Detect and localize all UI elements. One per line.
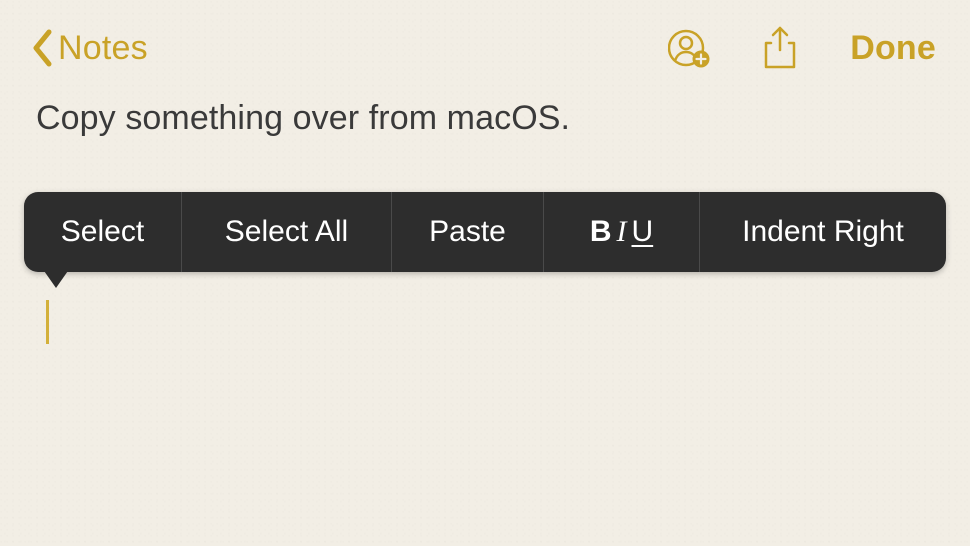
menu-format-biu[interactable]: B I U [544, 192, 700, 272]
share-icon[interactable] [762, 26, 798, 70]
note-editor[interactable]: Copy something over from macOS. [0, 88, 970, 139]
nav-actions: Done [668, 26, 936, 70]
menu-paste[interactable]: Paste [392, 192, 544, 272]
add-collaborator-icon[interactable] [668, 27, 710, 69]
chevron-left-icon [28, 28, 56, 68]
italic-icon: I [617, 215, 627, 249]
context-menu-tail-icon [42, 268, 70, 288]
text-caret [46, 300, 49, 344]
nav-bar: Notes Done [0, 0, 970, 88]
done-button[interactable]: Done [850, 29, 936, 68]
back-label: Notes [58, 29, 148, 68]
text-context-menu: Select Select All Paste B I U Indent Rig… [24, 192, 946, 272]
note-title-line: Copy something over from macOS. [36, 98, 936, 139]
underline-icon: U [632, 215, 654, 249]
menu-indent-right[interactable]: Indent Right [700, 192, 946, 272]
menu-select-all[interactable]: Select All [182, 192, 392, 272]
back-button[interactable]: Notes [28, 28, 148, 68]
menu-select[interactable]: Select [24, 192, 182, 272]
bold-icon: B [590, 215, 612, 249]
